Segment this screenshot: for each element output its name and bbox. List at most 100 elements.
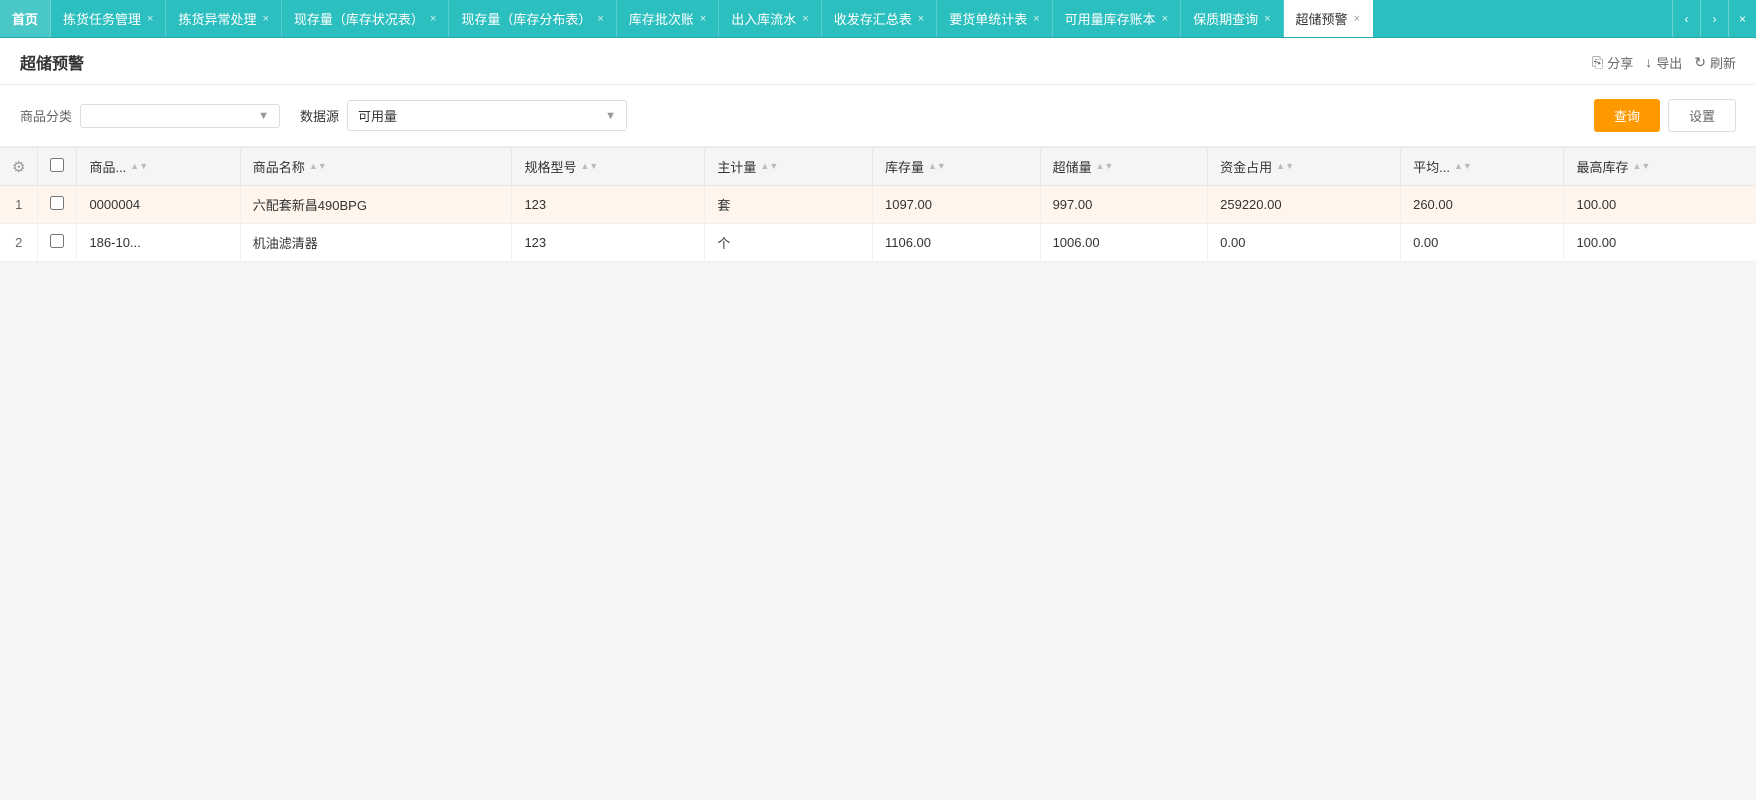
td-stock-1: 1106.00 <box>872 224 1040 262</box>
nav-tab-1-close[interactable]: × <box>147 13 153 25</box>
page-title: 超储预警 <box>20 50 84 74</box>
nav-tab-2[interactable]: 拣货异常处理 × <box>166 0 281 38</box>
td-over-stock-0: 997.00 <box>1040 186 1208 224</box>
th-product-code[interactable]: 商品... ▲▼ <box>77 148 240 186</box>
th-capital[interactable]: 资金占用 ▲▼ <box>1208 148 1401 186</box>
td-unit-1: 个 <box>705 224 873 262</box>
refresh-button[interactable]: ↻ 刷新 <box>1694 53 1736 72</box>
nav-tab-6-close[interactable]: × <box>802 13 808 25</box>
td-row-num-1: 2 <box>0 224 38 262</box>
nav-tab-2-close[interactable]: × <box>262 13 268 25</box>
nav-tab-10-label: 保质期查询 <box>1193 9 1258 28</box>
gear-icon[interactable]: ⚙ <box>12 159 25 176</box>
nav-tab-7[interactable]: 收发存汇总表 × <box>822 0 937 38</box>
nav-tab-9-close[interactable]: × <box>1162 13 1168 25</box>
main-content: 超储预警 ⎘ 分享 ↓ 导出 ↻ 刷新 商品分类 ▼ 数据源 <box>0 38 1756 262</box>
category-select[interactable]: ▼ <box>80 104 280 128</box>
sort-icon-spec: ▲▼ <box>580 162 598 171</box>
nav-prev-button[interactable]: ‹ <box>1672 0 1700 38</box>
sort-icon-avg: ▲▼ <box>1454 162 1472 171</box>
td-checkbox-0 <box>38 186 77 224</box>
sort-icon-product-code: ▲▼ <box>130 162 148 171</box>
sort-icon-unit: ▲▼ <box>760 162 778 171</box>
datasource-label: 数据源 <box>300 106 339 125</box>
nav-tab-8[interactable]: 要货单统计表 × <box>937 0 1052 38</box>
header-actions: ⎘ 分享 ↓ 导出 ↻ 刷新 <box>1592 53 1736 72</box>
export-button[interactable]: ↓ 导出 <box>1645 53 1682 72</box>
refresh-label: 刷新 <box>1710 53 1736 72</box>
filter-actions: 查询 设置 <box>1594 99 1736 132</box>
share-label: 分享 <box>1607 53 1633 72</box>
th-max-stock-label: 最高库存 <box>1576 157 1628 176</box>
nav-tab-9-label: 可用量库存账本 <box>1065 9 1156 28</box>
category-label: 商品分类 <box>20 106 72 125</box>
nav-tab-1[interactable]: 拣货任务管理 × <box>51 0 166 38</box>
nav-tab-3[interactable]: 现存量（库存状况表） × <box>282 0 449 38</box>
export-label: 导出 <box>1656 53 1682 72</box>
nav-tab-1-label: 拣货任务管理 <box>63 9 141 28</box>
nav-tab-2-label: 拣货异常处理 <box>178 9 256 28</box>
refresh-icon: ↻ <box>1694 54 1706 71</box>
filter-bar: 商品分类 ▼ 数据源 可用量 ▼ 查询 设置 <box>0 85 1756 147</box>
nav-tab-6-label: 出入库流水 <box>731 9 796 28</box>
select-all-checkbox[interactable] <box>50 158 64 172</box>
page-header: 超储预警 ⎘ 分享 ↓ 导出 ↻ 刷新 <box>0 38 1756 85</box>
td-avg-1: 0.00 <box>1401 224 1564 262</box>
th-max-stock[interactable]: 最高库存 ▲▼ <box>1564 148 1756 186</box>
th-avg[interactable]: 平均... ▲▼ <box>1401 148 1564 186</box>
th-avg-label: 平均... <box>1413 157 1450 176</box>
td-unit-0: 套 <box>705 186 873 224</box>
share-button[interactable]: ⎘ 分享 <box>1592 53 1633 72</box>
th-over-stock-label: 超储量 <box>1053 157 1092 176</box>
datasource-select[interactable]: 可用量 ▼ <box>347 100 627 131</box>
th-capital-label: 资金占用 <box>1220 157 1272 176</box>
nav-next-button[interactable]: › <box>1700 0 1728 38</box>
th-gear: ⚙ <box>0 148 38 186</box>
sort-icon-stock: ▲▼ <box>928 162 946 171</box>
th-stock-label: 库存量 <box>885 157 924 176</box>
data-table-container: ⚙ 商品... ▲▼ 商品名称 ▲▼ <box>0 147 1756 262</box>
row-checkbox-1[interactable] <box>50 234 64 248</box>
setting-button[interactable]: 设置 <box>1668 99 1736 132</box>
nav-tab-6[interactable]: 出入库流水 × <box>719 0 821 38</box>
nav-tab-8-close[interactable]: × <box>1033 13 1039 25</box>
nav-tab-10-close[interactable]: × <box>1264 13 1270 25</box>
datasource-filter: 数据源 可用量 ▼ <box>300 100 627 131</box>
th-stock[interactable]: 库存量 ▲▼ <box>872 148 1040 186</box>
th-spec[interactable]: 规格型号 ▲▼ <box>512 148 705 186</box>
nav-tab-5-close[interactable]: × <box>700 13 706 25</box>
sort-icon-capital: ▲▼ <box>1276 162 1294 171</box>
table-body: 1 0000004 六配套新昌490BPG 123 套 1097.00 997.… <box>0 186 1756 262</box>
nav-tab-5[interactable]: 库存批次账 × <box>617 0 719 38</box>
td-spec-1: 123 <box>512 224 705 262</box>
nav-close-button[interactable]: × <box>1728 0 1756 38</box>
nav-arrow-group: ‹ › × <box>1672 0 1756 38</box>
nav-tab-10[interactable]: 保质期查询 × <box>1181 0 1283 38</box>
td-max-stock-0: 100.00 <box>1564 186 1756 224</box>
nav-home[interactable]: 首页 <box>0 0 51 38</box>
nav-tab-11-close[interactable]: × <box>1354 13 1360 25</box>
category-filter: 商品分类 ▼ <box>20 104 280 128</box>
nav-tab-9[interactable]: 可用量库存账本 × <box>1053 0 1181 38</box>
th-over-stock[interactable]: 超储量 ▲▼ <box>1040 148 1208 186</box>
nav-tab-4[interactable]: 现存量（库存分布表） × <box>449 0 616 38</box>
nav-tab-3-close[interactable]: × <box>430 13 436 25</box>
row-checkbox-0[interactable] <box>50 196 64 210</box>
td-max-stock-1: 100.00 <box>1564 224 1756 262</box>
query-button[interactable]: 查询 <box>1594 99 1660 132</box>
nav-tab-7-label: 收发存汇总表 <box>834 9 912 28</box>
table-row: 2 186-10... 机油滤清器 123 个 1106.00 1006.00 … <box>0 224 1756 262</box>
nav-home-label: 首页 <box>12 9 38 28</box>
td-avg-0: 260.00 <box>1401 186 1564 224</box>
nav-tab-4-close[interactable]: × <box>597 13 603 25</box>
nav-tab-5-label: 库存批次账 <box>629 9 694 28</box>
th-product-name[interactable]: 商品名称 ▲▼ <box>240 148 512 186</box>
td-over-stock-1: 1006.00 <box>1040 224 1208 262</box>
sort-icon-product-name: ▲▼ <box>309 162 327 171</box>
td-product-name-1: 机油滤清器 <box>240 224 512 262</box>
nav-tab-11[interactable]: 超储预警 × <box>1284 0 1373 38</box>
th-spec-label: 规格型号 <box>524 157 576 176</box>
th-unit[interactable]: 主计量 ▲▼ <box>705 148 873 186</box>
td-spec-0: 123 <box>512 186 705 224</box>
nav-tab-7-close[interactable]: × <box>918 13 924 25</box>
